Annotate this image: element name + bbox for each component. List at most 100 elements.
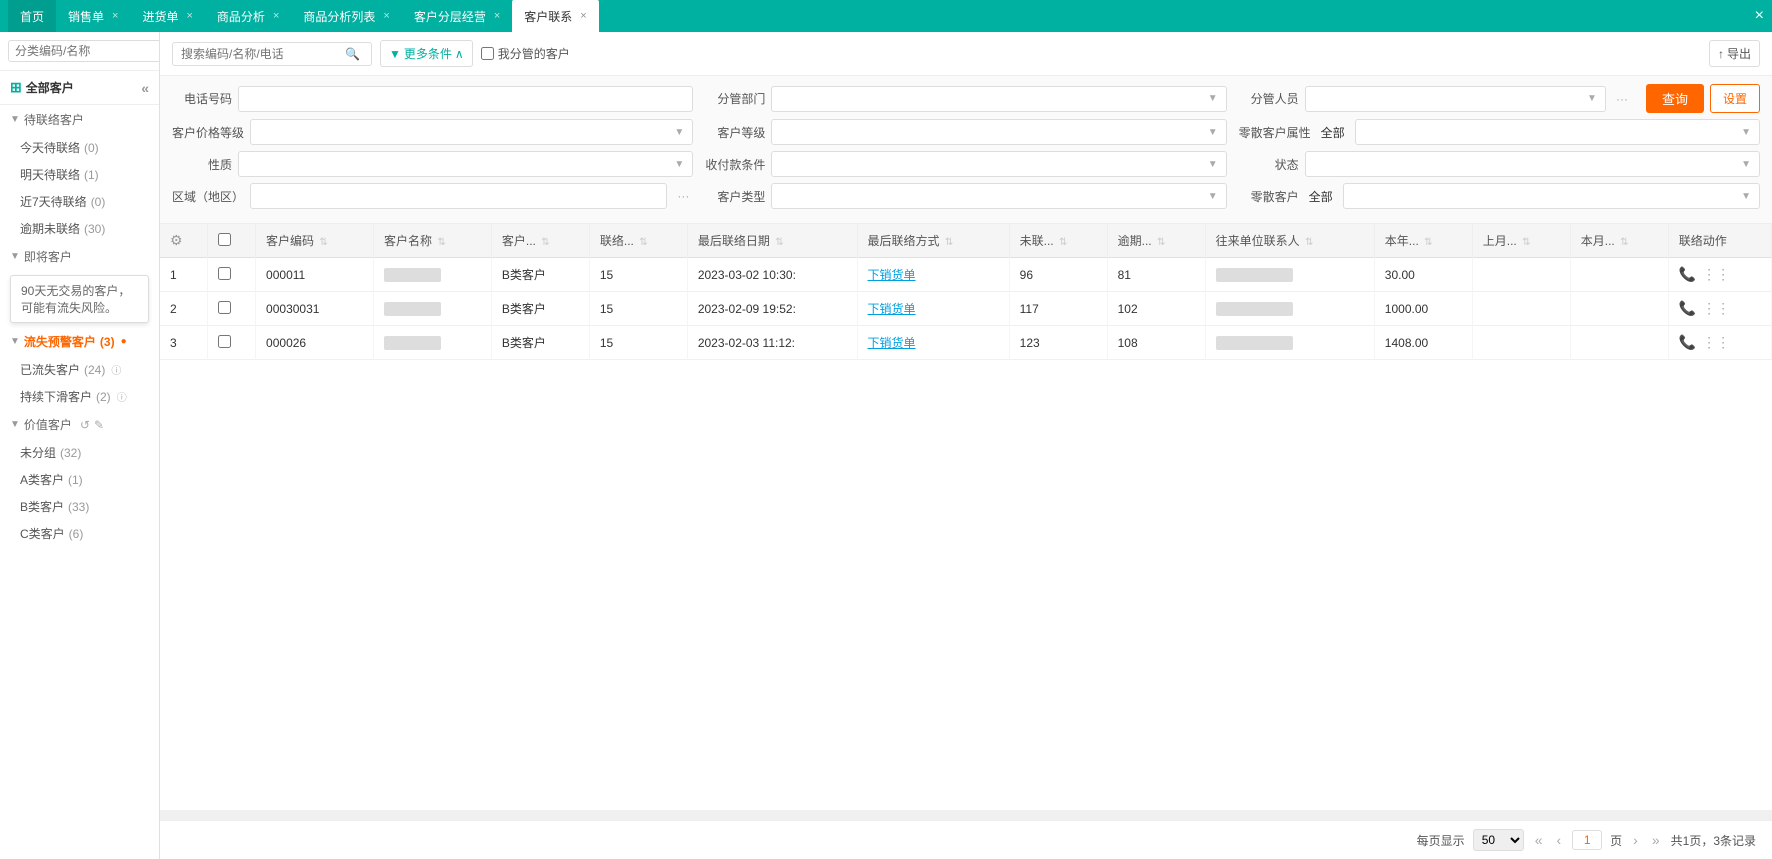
sidebar-group-pending-header[interactable]: ▼ 待联络客户 [0, 105, 159, 134]
settings-button[interactable]: 设置 [1710, 84, 1760, 113]
sidebar-item-today[interactable]: 今天待联络 (0) [0, 134, 159, 161]
type-sort-icon[interactable]: ⇅ [541, 237, 549, 248]
phone-input[interactable] [238, 86, 693, 112]
row-contact: 15 [589, 326, 687, 360]
sidebar-group-pending: ▼ 待联络客户 今天待联络 (0) 明天待联络 (1) 近7天待联络 (0) 逾… [0, 105, 159, 242]
sidebar-item-overdue[interactable]: 逾期未联络 (30) [0, 215, 159, 242]
tab-home[interactable]: 首页 [8, 0, 56, 32]
sidebar-item-tomorrow[interactable]: 明天待联络 (1) [0, 161, 159, 188]
row-action-more-icon[interactable]: ⋮⋮ [1702, 300, 1730, 317]
region-select[interactable] [250, 183, 667, 209]
my-customers-checkbox-label[interactable]: 我分管的客户 [481, 45, 570, 62]
sidebar-item-class-a[interactable]: A类客户 (1) [0, 466, 159, 493]
this-year-sort-icon[interactable]: ⇅ [1424, 237, 1432, 248]
sidebar-group-value-header[interactable]: ▼ 价值客户 ↺ ✎ [0, 410, 159, 439]
tab-customer-tier[interactable]: 客户分层经营 × [402, 0, 512, 32]
filter-field-nature: 性质 ▼ [172, 151, 693, 177]
sidebar-group-approaching-header[interactable]: ▼ 即将客户 [0, 242, 159, 271]
close-tab-customer-contact[interactable]: × [580, 10, 586, 22]
row-checkbox[interactable] [218, 301, 231, 314]
grid-icon: ⊞ [10, 79, 22, 96]
per-page-select[interactable]: 50 100 200 [1473, 829, 1524, 851]
this-month-sort-icon[interactable]: ⇅ [1620, 237, 1628, 248]
first-page-button[interactable]: « [1532, 832, 1546, 848]
sidebar-all-customers[interactable]: ⊞ 全部客户 « [0, 71, 159, 105]
nature-select[interactable]: ▼ [238, 151, 693, 177]
export-button[interactable]: ↑ 导出 [1709, 40, 1760, 67]
row-this-year: 1000.00 [1374, 292, 1472, 326]
contact-person-sort-icon[interactable]: ⇅ [1305, 237, 1313, 248]
checkbox-col-header [207, 224, 255, 258]
region-more-button[interactable]: ··· [673, 189, 693, 203]
row-action-more-icon[interactable]: ⋮⋮ [1702, 334, 1730, 351]
close-tab-customer-tier[interactable]: × [494, 10, 500, 22]
close-tab-goods-analysis-list[interactable]: × [383, 10, 389, 22]
tab-goods-analysis[interactable]: 商品分析 × [205, 0, 291, 32]
sidebar-item-declining[interactable]: 持续下滑客户 (2) ⓘ [0, 383, 159, 410]
sidebar-group-churn-header[interactable]: ▼ 流失预警客户 (3) ● [0, 327, 159, 356]
prev-page-button[interactable]: ‹ [1553, 832, 1564, 848]
next-page-button[interactable]: › [1630, 832, 1641, 848]
row-name: ██ [373, 258, 491, 292]
sidebar-group-churn: ▼ 流失预警客户 (3) ● 已流失客户 (24) ⓘ 持续下滑客户 (2) ⓘ [0, 327, 159, 410]
current-page-input[interactable] [1572, 830, 1602, 850]
select-all-checkbox[interactable] [218, 233, 231, 246]
my-customers-checkbox[interactable] [481, 47, 494, 60]
tab-purchase[interactable]: 进货单 × [130, 0, 204, 32]
sidebar-search-input[interactable] [8, 40, 160, 62]
last-method-link[interactable]: 下销货单 [868, 268, 916, 282]
more-conditions-button[interactable]: ▼ 更多条件 ∧ [380, 40, 473, 67]
row-checkbox[interactable] [218, 267, 231, 280]
status-select[interactable]: ▼ [1305, 151, 1760, 177]
last-method-sort-icon[interactable]: ⇅ [945, 237, 953, 248]
contact-sort-icon[interactable]: ⇅ [639, 237, 647, 248]
value-edit-icon[interactable]: ✎ [94, 418, 104, 432]
tab-sales[interactable]: 销售单 × [56, 0, 130, 32]
sidebar-item-class-c[interactable]: C类客户 (6) [0, 520, 159, 547]
filter-search-icon[interactable]: 🔍 [345, 47, 360, 61]
sidebar-item-class-b[interactable]: B类客户 (33) [0, 493, 159, 520]
last-page-button[interactable]: » [1649, 832, 1663, 848]
row-action-phone-icon[interactable]: 📞 [1679, 300, 1696, 317]
table-settings-gear-icon[interactable]: ⚙ [170, 232, 183, 248]
last-month-sort-icon[interactable]: ⇅ [1522, 237, 1530, 248]
value-refresh-icon[interactable]: ↺ [80, 418, 90, 432]
customer-level-select[interactable]: ▼ [771, 119, 1226, 145]
close-tab-goods-analysis[interactable]: × [273, 10, 279, 22]
customer-type-select[interactable]: ▼ [771, 183, 1226, 209]
scatter-attr-select[interactable]: ▼ [1355, 119, 1760, 145]
table-horizontal-scrollbar[interactable] [160, 810, 1772, 820]
person-more-button[interactable]: ··· [1612, 92, 1632, 106]
row-action-phone-icon[interactable]: 📞 [1679, 334, 1696, 351]
sidebar-item-ungrouped[interactable]: 未分组 (32) [0, 439, 159, 466]
dept-select[interactable]: ▼ [771, 86, 1226, 112]
filter-search-input[interactable] [181, 47, 341, 61]
row-action-phone-icon[interactable]: 📞 [1679, 266, 1696, 283]
price-level-select[interactable]: ▼ [250, 119, 693, 145]
last-method-link[interactable]: 下销货单 [868, 336, 916, 350]
query-button[interactable]: 查询 [1646, 84, 1704, 113]
sidebar-item-lost[interactable]: 已流失客户 (24) ⓘ [0, 356, 159, 383]
customer-level-label: 客户等级 [705, 124, 765, 141]
sidebar-collapse-icon[interactable]: « [141, 80, 149, 96]
name-sort-icon[interactable]: ⇅ [437, 237, 445, 248]
last-date-sort-icon[interactable]: ⇅ [775, 237, 783, 248]
last-method-link[interactable]: 下销货单 [868, 302, 916, 316]
scatter-customer-select[interactable]: ▼ [1343, 183, 1760, 209]
row-action-more-icon[interactable]: ⋮⋮ [1702, 266, 1730, 283]
not-contacted-sort-icon[interactable]: ⇅ [1059, 237, 1067, 248]
code-sort-icon[interactable]: ⇅ [319, 237, 327, 248]
payment-select[interactable]: ▼ [771, 151, 1226, 177]
close-tab-sales[interactable]: × [112, 10, 118, 22]
tab-customer-contact[interactable]: 客户联系 × [512, 0, 598, 32]
overdue-sort-icon[interactable]: ⇅ [1157, 237, 1165, 248]
window-close-button[interactable]: × [1755, 7, 1764, 25]
row-index: 2 [160, 292, 207, 326]
declining-info-icon[interactable]: ⓘ [117, 389, 127, 404]
row-checkbox[interactable] [218, 335, 231, 348]
close-tab-purchase[interactable]: × [186, 10, 192, 22]
person-select[interactable]: ▼ [1305, 86, 1606, 112]
tab-goods-analysis-list[interactable]: 商品分析列表 × [291, 0, 401, 32]
lost-info-icon[interactable]: ⓘ [111, 362, 121, 377]
sidebar-item-week[interactable]: 近7天待联络 (0) [0, 188, 159, 215]
